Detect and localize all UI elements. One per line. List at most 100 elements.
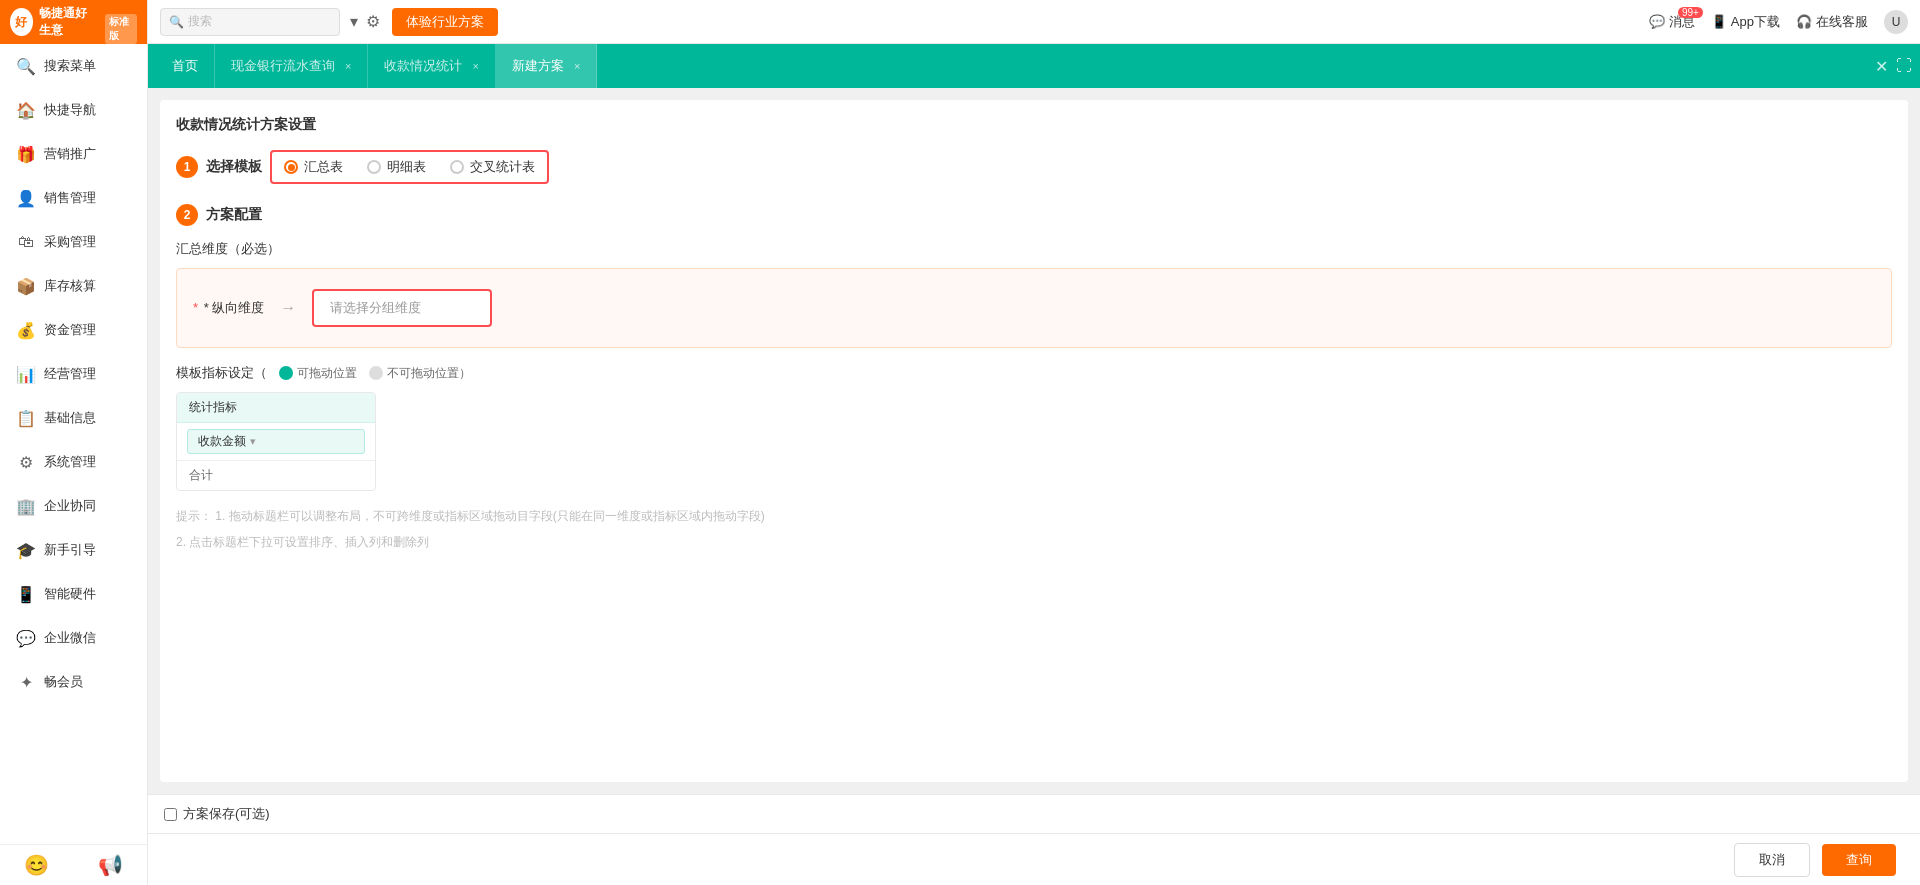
collection-amount-tag[interactable]: 收款金额 ▾ <box>187 429 365 454</box>
section2: 2 方案配置 汇总维度（必选） * * 纵向维度 → 请选择分组维度 <box>176 204 1892 553</box>
stat-indicators-label: 统计指标 <box>189 399 237 416</box>
sidebar-item-label: 库存核算 <box>44 277 96 295</box>
tabbar-actions: ✕ ⛶ <box>1875 57 1912 76</box>
section2-header: 2 方案配置 <box>176 204 1892 226</box>
hardware-icon: 📱 <box>16 585 36 604</box>
sidebar-item-label: 企业微信 <box>44 629 96 647</box>
tabbar-expand-btn[interactable]: ⛶ <box>1896 57 1912 75</box>
logo-icon: 好 <box>10 8 33 36</box>
radio-detail[interactable]: 明细表 <box>367 158 426 176</box>
member-icon: ✦ <box>16 673 36 692</box>
online-service-button[interactable]: 🎧 在线客服 <box>1796 13 1868 31</box>
content-inner: 收款情况统计方案设置 1 选择模板 汇总表 明细表 交叉统计 <box>160 100 1908 782</box>
sidebar-item-guide[interactable]: 🎓 新手引导 <box>0 528 147 572</box>
tab-bank-flow-label: 现金银行流水查询 <box>231 57 335 75</box>
sidebar-item-hardware[interactable]: 📱 智能硬件 <box>0 572 147 616</box>
app-download-button[interactable]: 📱 App下载 <box>1711 13 1780 31</box>
query-button[interactable]: 查询 <box>1822 844 1896 876</box>
save-plan-input[interactable] <box>164 808 177 821</box>
draggable-legend: 可拖动位置 <box>279 365 357 382</box>
sidebar-item-enterprise[interactable]: 🏢 企业协同 <box>0 484 147 528</box>
online-service-icon: 🎧 <box>1796 14 1812 29</box>
sidebar-bottom-icon1[interactable]: 😊 <box>24 853 49 877</box>
sidebar-item-inventory[interactable]: 📦 库存核算 <box>0 264 147 308</box>
page-title: 收款情况统计方案设置 <box>176 116 1892 134</box>
cancel-button[interactable]: 取消 <box>1734 843 1810 877</box>
sidebar-item-system[interactable]: ⚙ 系统管理 <box>0 440 147 484</box>
tab-new-plan-label: 新建方案 <box>512 57 564 75</box>
radio-summary-circle <box>284 160 298 174</box>
indicator-subtotal: 合计 <box>177 460 375 490</box>
sidebar-item-label: 搜索菜单 <box>44 57 96 75</box>
badge-count: 99+ <box>1678 7 1703 18</box>
radio-summary[interactable]: 汇总表 <box>284 158 343 176</box>
sidebar-item-operation[interactable]: 📊 经营管理 <box>0 352 147 396</box>
dim-select-box[interactable]: 请选择分组维度 <box>312 289 492 327</box>
marketing-icon: 🎁 <box>16 145 36 164</box>
content-area: 收款情况统计方案设置 1 选择模板 汇总表 明细表 交叉统计 <box>148 88 1920 885</box>
sidebar-item-label: 畅会员 <box>44 673 83 691</box>
sidebar-item-base[interactable]: 📋 基础信息 <box>0 396 147 440</box>
radio-summary-label: 汇总表 <box>304 158 343 176</box>
vertical-dim-label: * * 纵向维度 <box>193 299 264 317</box>
sidebar-item-marketing[interactable]: 🎁 营销推广 <box>0 132 147 176</box>
section2-title: 方案配置 <box>206 206 262 224</box>
sidebar-item-search-menu[interactable]: 🔍 搜索菜单 <box>0 44 147 88</box>
message-button[interactable]: 💬 99+ 消息 <box>1649 13 1695 31</box>
sidebar-item-wechat[interactable]: 💬 企业微信 <box>0 616 147 660</box>
dim-arrow-icon: → <box>280 299 296 317</box>
dimension-block: 汇总维度（必选） * * 纵向维度 → 请选择分组维度 <box>176 240 1892 348</box>
save-plan-label: 方案保存(可选) <box>183 805 270 823</box>
tab-bank-flow[interactable]: 现金银行流水查询 × <box>215 44 368 88</box>
sidebar-item-label: 新手引导 <box>44 541 96 559</box>
indicator-table: 统计指标 收款金额 ▾ 合计 <box>176 392 376 491</box>
purchase-icon: 🛍 <box>16 233 36 251</box>
draggable-dot-icon <box>279 366 293 380</box>
stat-indicators-header: 统计指标 <box>177 393 375 423</box>
section2-num: 2 <box>176 204 198 226</box>
tab-home[interactable]: 首页 <box>156 44 215 88</box>
hint-text: 提示： 1. 拖动标题栏可以调整布局，不可跨维度或指标区域拖动目字段(只能在同一… <box>176 506 1892 553</box>
required-star: * <box>193 300 198 315</box>
non-draggable-dot-icon <box>369 366 383 380</box>
user-avatar[interactable]: U <box>1884 10 1908 34</box>
tab-new-plan[interactable]: 新建方案 × <box>496 44 597 88</box>
tab-collection-stat[interactable]: 收款情况统计 × <box>368 44 495 88</box>
topbar-right: 💬 99+ 消息 📱 App下载 🎧 在线客服 U <box>1649 10 1908 34</box>
save-plan-checkbox[interactable]: 方案保存(可选) <box>164 805 270 823</box>
operation-icon: 📊 <box>16 365 36 384</box>
edition-badge: 标准版 <box>105 14 137 44</box>
industry-solution-button[interactable]: 体验行业方案 <box>392 8 498 36</box>
tab-collection-stat-close[interactable]: × <box>472 60 478 72</box>
sidebar-bottom-icon2[interactable]: 📢 <box>98 853 123 877</box>
topbar-search[interactable]: 🔍 搜索 <box>160 8 340 36</box>
search-icon: 🔍 <box>169 15 184 29</box>
sidebar-item-finance[interactable]: 💰 资金管理 <box>0 308 147 352</box>
sidebar-item-member[interactable]: ✦ 畅会员 <box>0 660 147 704</box>
indicator-section: 模板指标设定（ 可拖动位置 不可拖动位置） 统计指标 <box>176 364 1892 494</box>
radio-detail-label: 明细表 <box>387 158 426 176</box>
topbar-dropdown-icon[interactable]: ▾ <box>350 12 358 31</box>
sidebar-item-label: 基础信息 <box>44 409 96 427</box>
main-area: 🔍 搜索 ▾ ⚙ 体验行业方案 💬 99+ 消息 📱 App下载 🎧 在线客服 … <box>148 0 1920 885</box>
topbar-gear-icon[interactable]: ⚙ <box>366 12 380 31</box>
wechat-icon: 💬 <box>16 629 36 648</box>
tab-bank-flow-close[interactable]: × <box>345 60 351 72</box>
radio-cross[interactable]: 交叉统计表 <box>450 158 535 176</box>
tab-new-plan-close[interactable]: × <box>574 60 580 72</box>
app-download-label: App下载 <box>1731 13 1780 31</box>
tabbar: 首页 现金银行流水查询 × 收款情况统计 × 新建方案 × ✕ ⛶ <box>148 44 1920 88</box>
hint2-text: 2. 点击标题栏下拉可设置排序、插入列和删除列 <box>176 532 1892 554</box>
finance-icon: 💰 <box>16 321 36 340</box>
message-icon: 💬 <box>1649 14 1665 29</box>
action-bar: 取消 查询 <box>148 833 1920 885</box>
sidebar-item-sales[interactable]: 👤 销售管理 <box>0 176 147 220</box>
tabbar-close-btn[interactable]: ✕ <box>1875 57 1888 76</box>
indicator-row-amount: 收款金额 ▾ <box>177 423 375 460</box>
sidebar-item-label: 智能硬件 <box>44 585 96 603</box>
sidebar-item-purchase[interactable]: 🛍 采购管理 <box>0 220 147 264</box>
sidebar-item-quick-nav[interactable]: 🏠 快捷导航 <box>0 88 147 132</box>
enterprise-icon: 🏢 <box>16 497 36 516</box>
sidebar-item-label: 快捷导航 <box>44 101 96 119</box>
sidebar-item-label: 营销推广 <box>44 145 96 163</box>
